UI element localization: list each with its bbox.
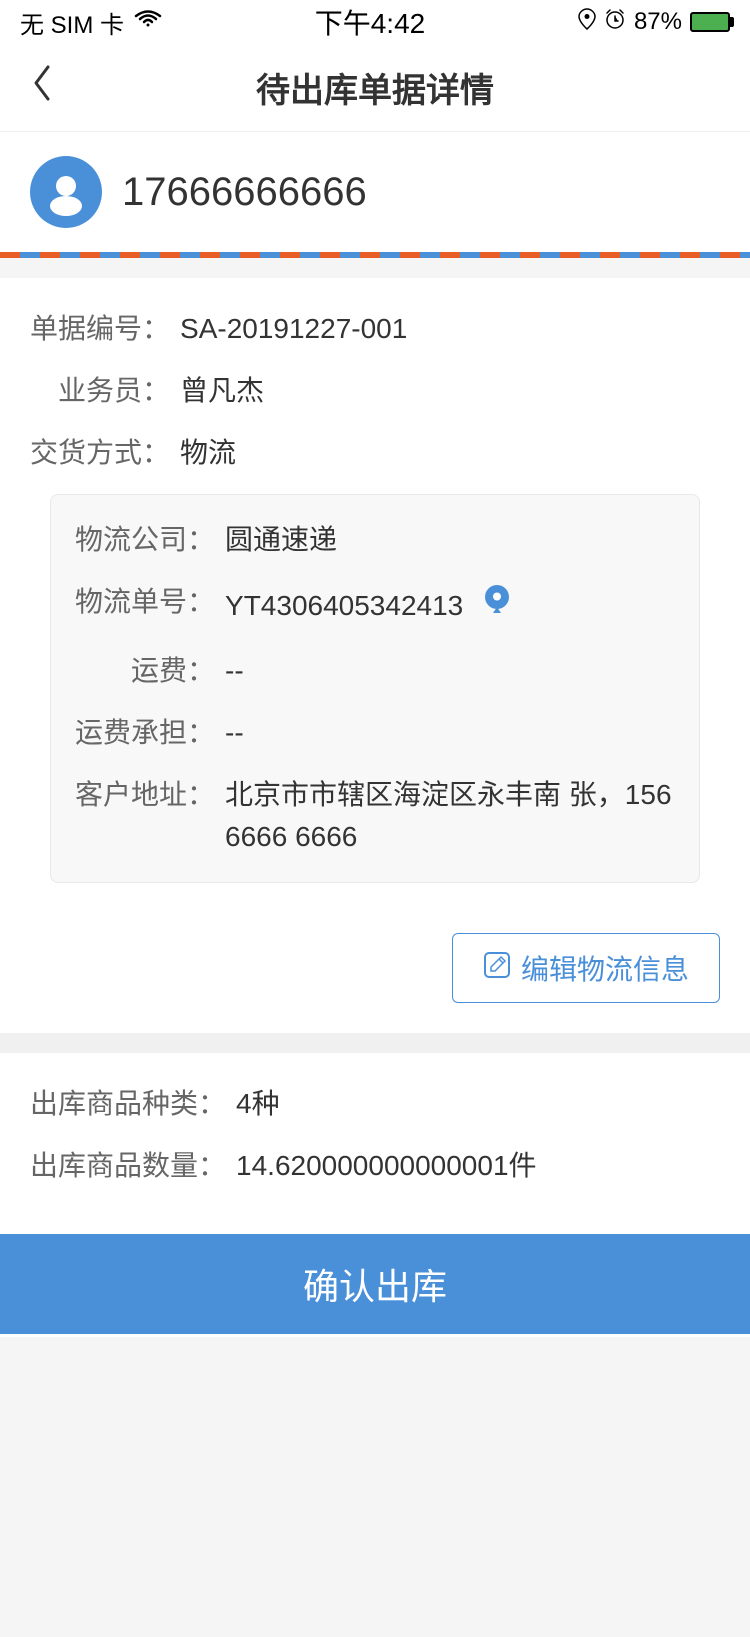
wifi-icon [134, 8, 162, 36]
sales-person-value: 曾凡杰 [180, 370, 720, 412]
sales-person-label: 业务员： [30, 370, 170, 412]
goods-type-row: 出库商品种类： 4种 [30, 1083, 720, 1125]
user-phone: 17666666666 [122, 170, 367, 215]
page-title: 待出库单据详情 [256, 63, 494, 112]
delivery-method-label: 交货方式： [30, 432, 170, 474]
battery-icon [690, 12, 730, 32]
goods-quantity-value: 14.620000000000001件 [236, 1145, 720, 1187]
edit-btn-container: 编辑物流信息 [0, 913, 750, 1033]
delivery-method-value: 物流 [180, 432, 720, 474]
order-number-label: 单据编号： [30, 308, 170, 350]
freight-bearer-label: 运费承担： [75, 712, 215, 754]
user-header: 17666666666 [0, 132, 750, 252]
alarm-status-icon [604, 8, 626, 37]
edit-logistics-label: 编辑物流信息 [521, 948, 689, 988]
back-button[interactable] [30, 63, 54, 113]
order-number-row: 单据编号： SA-20191227-001 [30, 308, 720, 350]
freight-label: 运费： [75, 650, 215, 692]
goods-quantity-row: 出库商品数量： 14.620000000000001件 [30, 1145, 720, 1187]
logistics-company-value: 圆通速递 [225, 519, 675, 561]
goods-type-label: 出库商品种类： [30, 1083, 226, 1125]
status-right: 87% [578, 8, 730, 37]
confirm-btn-container[interactable]: 确认出库 [0, 1234, 750, 1334]
freight-bearer-row: 运费承担： -- [75, 712, 675, 754]
avatar [30, 156, 102, 228]
freight-value: -- [225, 650, 675, 692]
section-divider-1 [0, 1033, 750, 1053]
status-left: 无 SIM 卡 [20, 5, 162, 40]
carrier-text: 无 SIM 卡 [20, 5, 124, 40]
freight-row: 运费： -- [75, 650, 675, 692]
dashed-divider [0, 252, 750, 258]
goods-quantity-label: 出库商品数量： [30, 1145, 226, 1187]
logistics-card: 物流公司： 圆通速递 物流单号： YT4306405342413 [50, 494, 700, 883]
tracking-label: 物流单号： [75, 581, 215, 623]
edit-logistics-button[interactable]: 编辑物流信息 [452, 933, 720, 1003]
address-row: 客户地址： 北京市市辖区海淀区永丰南 张，156 6666 6666 [75, 774, 675, 858]
goods-type-value: 4种 [236, 1083, 720, 1125]
sales-person-row: 业务员： 曾凡杰 [30, 370, 720, 412]
logistics-company-label: 物流公司： [75, 519, 215, 561]
empty-space [0, 1337, 750, 1537]
tracking-location-icon[interactable] [479, 581, 515, 630]
delivery-method-row: 交货方式： 物流 [30, 432, 720, 474]
status-bar: 无 SIM 卡 下午4:42 [0, 0, 750, 44]
goods-section: 出库商品种类： 4种 出库商品数量： 14.620000000000001件 [0, 1053, 750, 1217]
confirm-btn-text: 确认出库 [303, 1258, 447, 1310]
address-value: 北京市市辖区海淀区永丰南 张，156 6666 6666 [225, 774, 675, 858]
logistics-company-row: 物流公司： 圆通速递 [75, 519, 675, 561]
address-label: 客户地址： [75, 774, 215, 816]
order-number-value: SA-20191227-001 [180, 308, 720, 350]
edit-icon [483, 951, 511, 986]
tracking-row: 物流单号： YT4306405342413 [75, 581, 675, 630]
nav-bar: 待出库单据详情 [0, 44, 750, 132]
freight-bearer-value: -- [225, 712, 675, 754]
tracking-value: YT4306405342413 [225, 581, 675, 630]
location-status-icon [578, 8, 596, 37]
status-time: 下午4:42 [315, 2, 426, 42]
battery-percent: 87% [634, 8, 682, 36]
order-info-section: 单据编号： SA-20191227-001 业务员： 曾凡杰 交货方式： 物流 … [0, 278, 750, 913]
